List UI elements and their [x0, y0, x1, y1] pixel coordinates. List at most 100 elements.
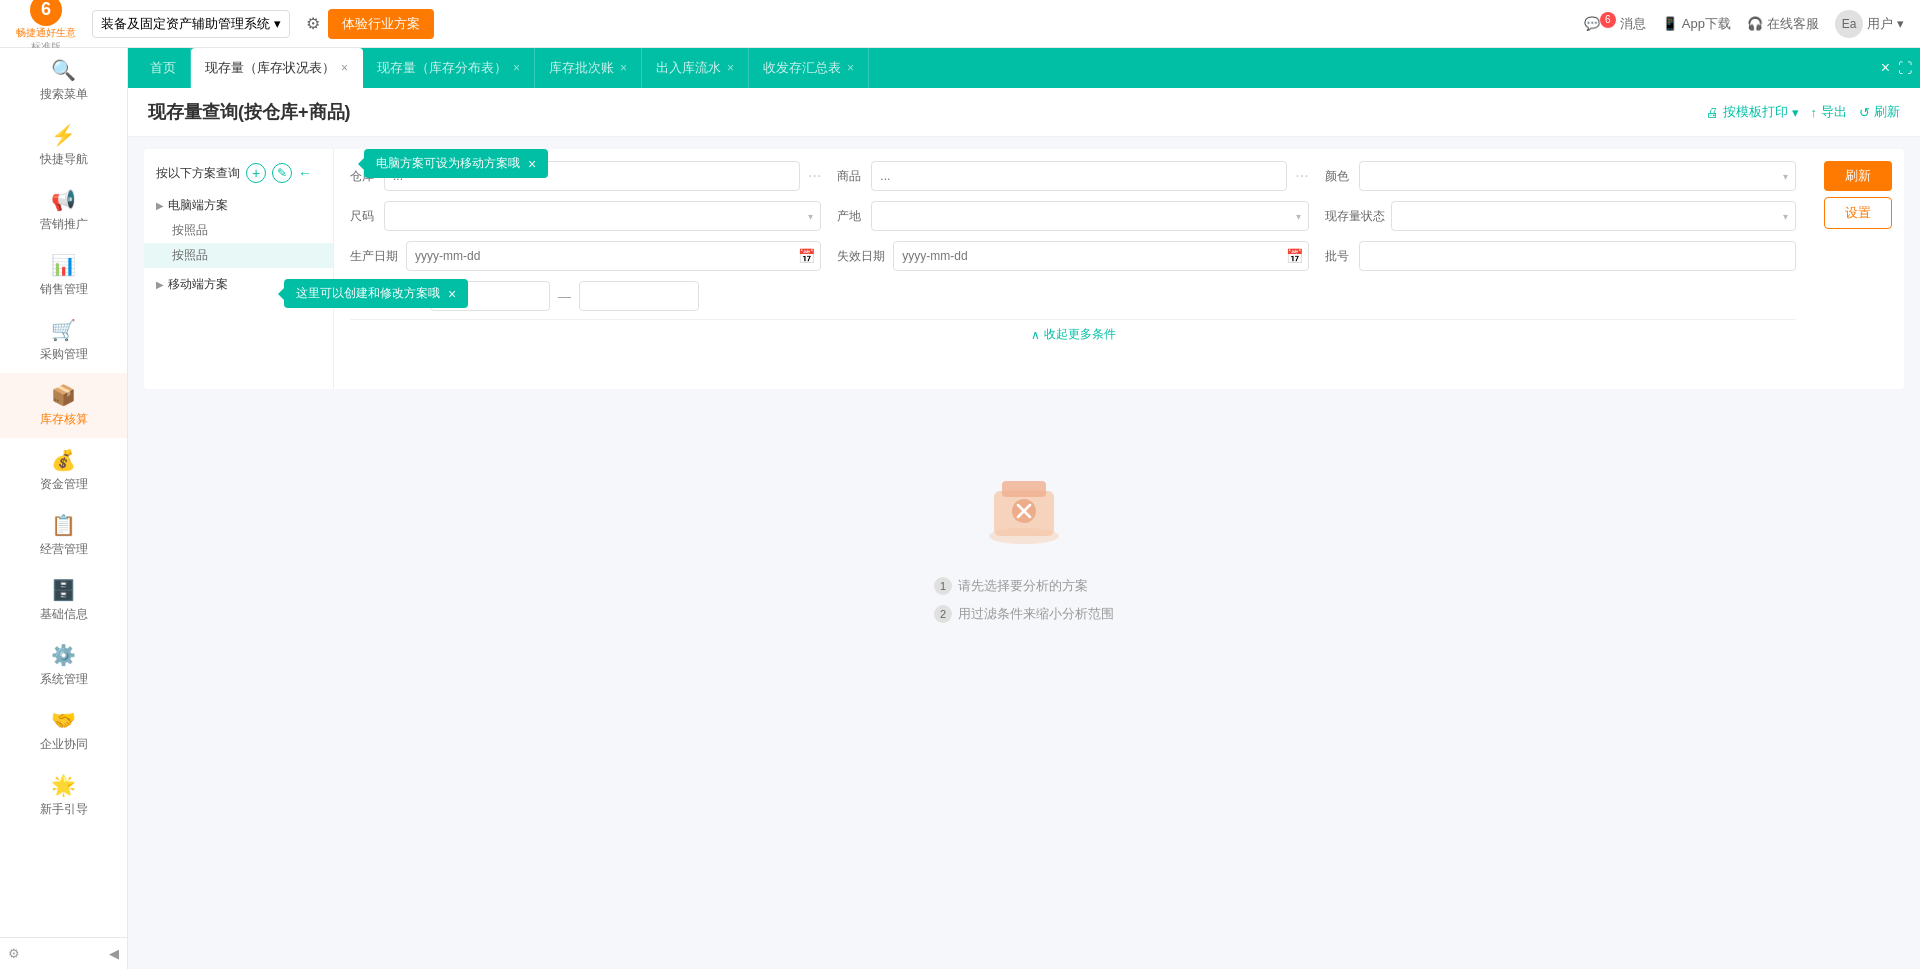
tab-stock-status[interactable]: 现存量（库存状况表） ×	[191, 48, 363, 88]
prod-date-input-wrap: 📅	[406, 241, 821, 271]
stock-status-select[interactable]	[1391, 201, 1796, 231]
sidebar-item-label-system: 系统管理	[40, 671, 88, 688]
set-button[interactable]: 设置	[1824, 197, 1892, 229]
filter-left-panel: 按以下方案查询 + ✎ ← 电脑方案可设为移动方案哦 ×	[144, 149, 334, 389]
sidebar: 🔍 搜索菜单 ⚡ 快捷导航 📢 营销推广 📊 销售管理 🛒 采购管理 📦	[0, 48, 128, 969]
tooltip-create-scheme-close[interactable]: ×	[448, 286, 456, 302]
tooltip-scheme-mobile-close[interactable]: ×	[528, 156, 536, 172]
tab-inout-flow-close[interactable]: ×	[727, 61, 734, 75]
export-icon: ↑	[1811, 105, 1818, 120]
tab-inout-flow[interactable]: 出入库流水 ×	[642, 48, 749, 88]
empty-hint-2: 2 用过滤条件来缩小分析范围	[934, 605, 1114, 623]
empty-state: 1 请先选择要分析的方案 2 用过滤条件来缩小分析范围	[128, 401, 1920, 683]
stock-qty-max[interactable]	[579, 281, 699, 311]
sidebar-item-finance[interactable]: 💰 资金管理	[0, 438, 127, 503]
sidebar-settings-icon[interactable]: ⚙	[8, 946, 20, 961]
sidebar-item-label-operations: 经营管理	[40, 541, 88, 558]
message-item[interactable]: 💬 6 消息	[1584, 15, 1646, 33]
guide-icon: 🌟	[51, 773, 76, 797]
system-selector[interactable]: 装备及固定资产辅助管理系统 ▾	[92, 10, 290, 38]
goods-dots[interactable]: ···	[1295, 167, 1308, 185]
user-item[interactable]: Ea 用户 ▾	[1835, 10, 1904, 38]
app-download-item[interactable]: 📱 App下载	[1662, 15, 1731, 33]
sidebar-item-enterprise[interactable]: 🤝 企业协同	[0, 698, 127, 763]
batch-no-input[interactable]	[1359, 241, 1796, 271]
sidebar-item-label-marketing: 营销推广	[40, 216, 88, 233]
app-container: 6 畅捷通好生意 标准版 装备及固定资产辅助管理系统 ▾ ⚙ 体验行业方案 💬 …	[0, 0, 1920, 969]
stock-status-select-wrap: ▾	[1391, 201, 1796, 231]
refresh-action[interactable]: ↺ 刷新	[1859, 103, 1900, 121]
color-select-wrap: ▾	[1359, 161, 1796, 191]
sidebar-bottom: ⚙ ◀	[0, 937, 127, 969]
content-area: 首页 现存量（库存状况表） × 现存量（库存分布表） × 库存批次账 × 出入库…	[128, 48, 1920, 969]
sidebar-item-sales[interactable]: 📊 销售管理	[0, 243, 127, 308]
add-scheme-btn[interactable]: +	[246, 163, 266, 183]
prod-date-cal-icon: 📅	[798, 248, 815, 264]
page-actions: 🖨 按模板打印 ▾ ↑ 导出 ↺ 刷新	[1706, 103, 1901, 121]
tree-desktop-label: 电脑端方案	[168, 197, 228, 214]
empty-icon	[974, 461, 1074, 561]
sidebar-item-marketing[interactable]: 📢 营销推广	[0, 178, 127, 243]
sidebar-item-label-purchase: 采购管理	[40, 346, 88, 363]
sidebar-item-operations[interactable]: 📋 经营管理	[0, 503, 127, 568]
tab-stock-batch[interactable]: 库存批次账 ×	[535, 48, 642, 88]
page-scroll: 现存量查询(按仓库+商品) 🖨 按模板打印 ▾ ↑ 导出 ↺	[128, 88, 1920, 969]
size-select[interactable]	[384, 201, 821, 231]
tab-stock-dist-close[interactable]: ×	[513, 61, 520, 75]
tab-expand-icon[interactable]: ⛶	[1898, 60, 1912, 76]
tab-receive-summary-close[interactable]: ×	[847, 61, 854, 75]
sidebar-item-guide[interactable]: 🌟 新手引导	[0, 763, 127, 828]
tab-home[interactable]: 首页	[136, 48, 191, 88]
goods-input[interactable]	[871, 161, 1287, 191]
expiry-date-input[interactable]	[893, 241, 1308, 271]
trial-button[interactable]: 体验行业方案	[328, 9, 434, 39]
tab-stock-status-label: 现存量（库存状况表）	[205, 59, 335, 77]
message-badge: 6	[1600, 12, 1616, 28]
tab-receive-summary[interactable]: 收发存汇总表 ×	[749, 48, 869, 88]
origin-select[interactable]	[871, 201, 1308, 231]
tab-stock-batch-close[interactable]: ×	[620, 61, 627, 75]
export-label: 导出	[1821, 103, 1847, 121]
tree-desktop-child-1[interactable]: 按照品	[144, 218, 333, 243]
prod-date-input[interactable]	[406, 241, 821, 271]
filter-collapse[interactable]: ∧ 收起更多条件	[350, 319, 1796, 349]
sidebar-item-label-guide: 新手引导	[40, 801, 88, 818]
color-field: 颜色 ▾	[1325, 161, 1796, 191]
back-arrow-btn[interactable]: ←	[298, 165, 312, 181]
warehouse-dots[interactable]: ···	[808, 167, 821, 185]
tree-desktop-child-2[interactable]: 按照品	[144, 243, 333, 268]
settings-icon[interactable]: ⚙	[306, 14, 320, 33]
tooltip1-arrow	[358, 158, 364, 170]
top-bar-right: 💬 6 消息 📱 App下载 🎧 在线客服 Ea 用户 ▾	[1584, 10, 1904, 38]
main-area: 🔍 搜索菜单 ⚡ 快捷导航 📢 营销推广 📊 销售管理 🛒 采购管理 📦	[0, 48, 1920, 969]
edit-scheme-btn[interactable]: ✎	[272, 163, 292, 183]
query-button[interactable]: 刷新	[1824, 161, 1892, 191]
tab-stock-status-close[interactable]: ×	[341, 61, 348, 75]
tree-desktop-parent[interactable]: ▶ 电脑端方案	[144, 193, 333, 218]
print-chevron: ▾	[1792, 105, 1799, 120]
size-field: 尺码 ▾	[350, 201, 821, 231]
size-label: 尺码	[350, 208, 378, 225]
sidebar-item-label-basic: 基础信息	[40, 606, 88, 623]
sidebar-item-purchase[interactable]: 🛒 采购管理	[0, 308, 127, 373]
tab-bar-end: × ⛶	[1881, 59, 1912, 77]
goods-field: 商品 ···	[837, 161, 1308, 191]
tab-close-all-icon[interactable]: ×	[1881, 59, 1890, 77]
sidebar-item-stock[interactable]: 📦 库存核算	[0, 373, 127, 438]
color-select[interactable]	[1359, 161, 1796, 191]
sidebar-item-basic[interactable]: 🗄️ 基础信息	[0, 568, 127, 633]
tab-stock-dist[interactable]: 现存量（库存分布表） ×	[363, 48, 535, 88]
filter-row-1: 仓库 ··· 商品 ··· 颜色	[350, 161, 1796, 191]
top-bar-left: 6 畅捷通好生意 标准版 装备及固定资产辅助管理系统 ▾ ⚙ 体验行业方案	[16, 0, 434, 54]
headset-icon: 🎧	[1747, 16, 1763, 31]
online-support-item[interactable]: 🎧 在线客服	[1747, 15, 1819, 33]
operations-icon: 📋	[51, 513, 76, 537]
sidebar-collapse-icon[interactable]: ◀	[109, 946, 119, 961]
sidebar-item-nav[interactable]: ⚡ 快捷导航	[0, 113, 127, 178]
sidebar-item-search[interactable]: 🔍 搜索菜单	[0, 48, 127, 113]
svg-rect-2	[1002, 481, 1046, 497]
sidebar-item-system[interactable]: ⚙️ 系统管理	[0, 633, 127, 698]
hint-num-2: 2	[934, 605, 952, 623]
print-action[interactable]: 🖨 按模板打印 ▾	[1706, 103, 1799, 121]
export-action[interactable]: ↑ 导出	[1811, 103, 1848, 121]
